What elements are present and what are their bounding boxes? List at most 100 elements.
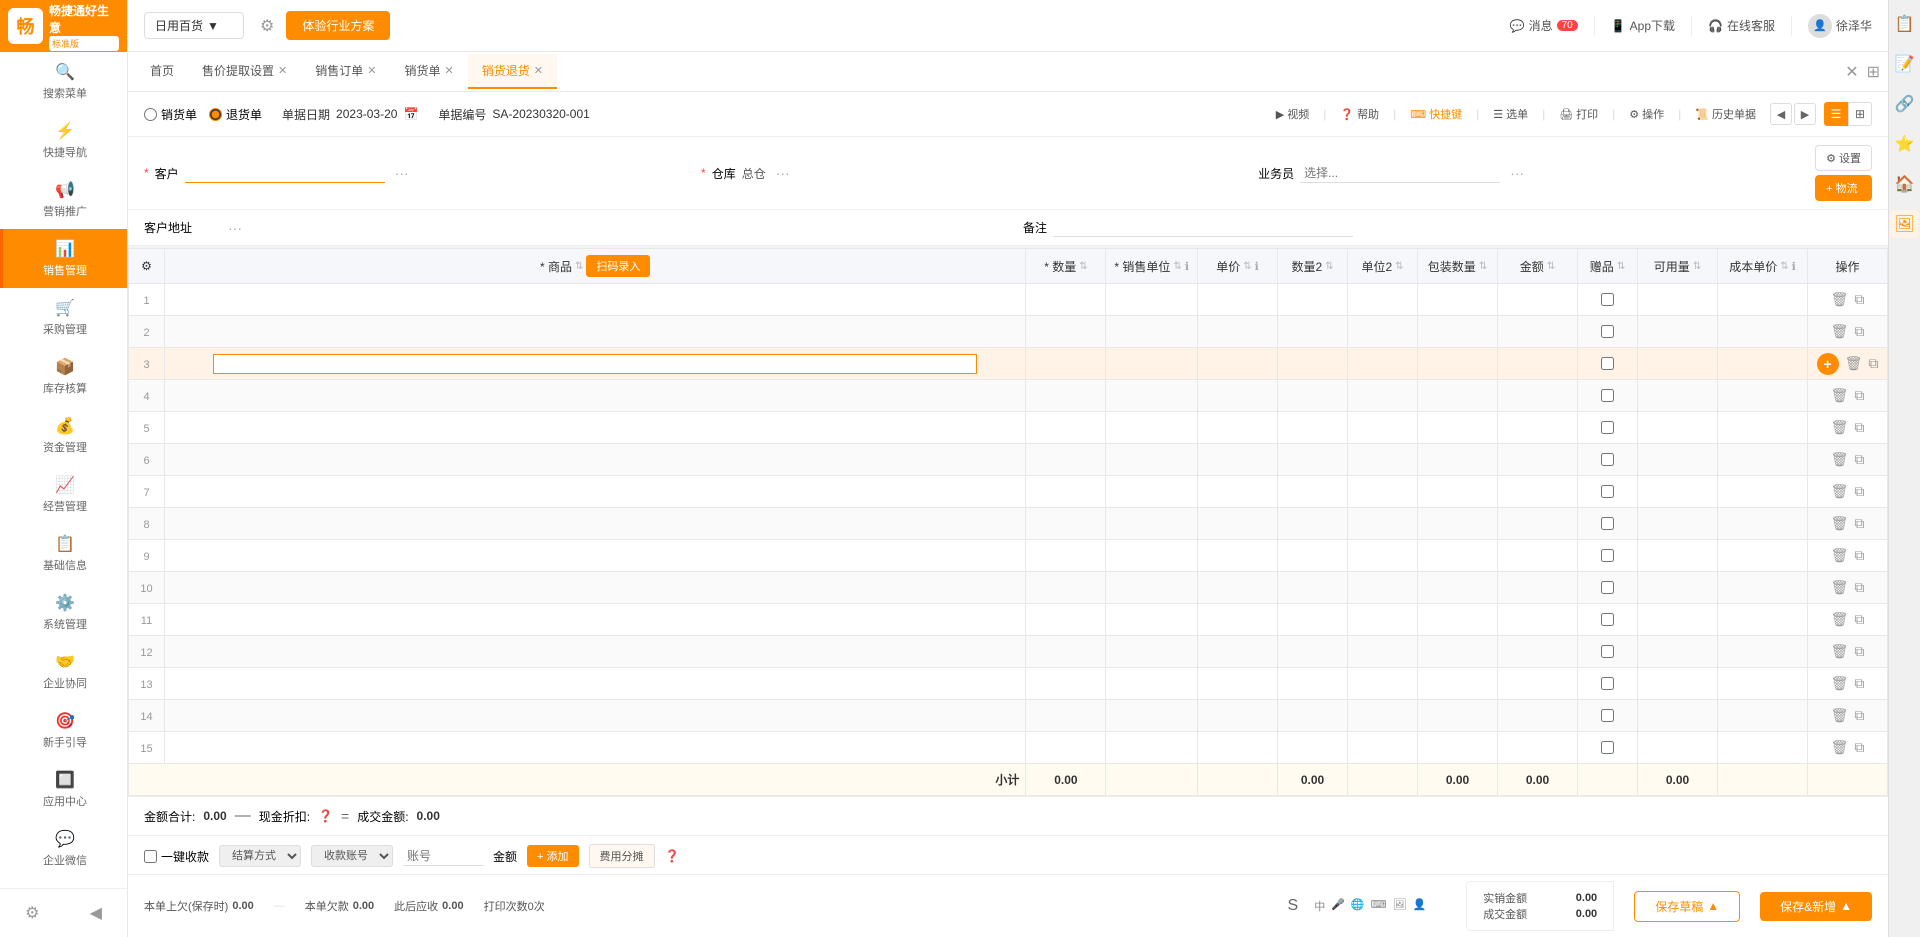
account-input[interactable] xyxy=(403,847,483,866)
right-icon-6[interactable]: 🖼 xyxy=(1890,210,1918,238)
qty2-sort-icon[interactable]: ⇅ xyxy=(1325,261,1333,272)
video-btn[interactable]: ▶ 视频 xyxy=(1270,103,1315,125)
pkg-cell-7[interactable] xyxy=(1418,476,1498,508)
salesman-input[interactable] xyxy=(1300,164,1500,183)
next-record-btn[interactable]: ▶ xyxy=(1794,103,1816,125)
dropdown-arrow[interactable]: ▲ xyxy=(1707,899,1719,913)
cost-cell-15[interactable] xyxy=(1718,732,1808,764)
price-cell-3[interactable] xyxy=(1198,348,1278,380)
amount-cell-11[interactable] xyxy=(1498,604,1578,636)
fee-split-btn[interactable]: 费用分摊 xyxy=(589,844,655,868)
gift-check-2[interactable] xyxy=(1601,325,1614,338)
cost-cell-5[interactable] xyxy=(1718,412,1808,444)
pkg-cell-15[interactable] xyxy=(1418,732,1498,764)
amount-cell-3[interactable] xyxy=(1498,348,1578,380)
tab-close-icon[interactable]: ✕ xyxy=(534,64,543,77)
tab-sales-return[interactable]: 销货退货✕ xyxy=(468,54,557,89)
qty2-cell-14[interactable] xyxy=(1278,700,1348,732)
product-cell-9[interactable] xyxy=(165,540,1026,572)
gift-check-10[interactable] xyxy=(1601,581,1614,594)
qty2-cell-12[interactable] xyxy=(1278,636,1348,668)
gift-cell-9[interactable] xyxy=(1578,540,1638,572)
delete-row-btn-1[interactable]: 🗑 xyxy=(1831,291,1849,308)
add-row-btn[interactable]: + xyxy=(1817,353,1839,375)
unit2-cell-6[interactable] xyxy=(1348,444,1418,476)
amount-cell-5[interactable] xyxy=(1498,412,1578,444)
avail-cell-10[interactable] xyxy=(1638,572,1718,604)
pkg-sort-icon[interactable]: ⇅ xyxy=(1479,261,1487,272)
unit2-cell-1[interactable] xyxy=(1348,284,1418,316)
unit2-cell-3[interactable] xyxy=(1348,348,1418,380)
gift-cell-13[interactable] xyxy=(1578,668,1638,700)
price-cell-10[interactable] xyxy=(1198,572,1278,604)
pkg-cell-13[interactable] xyxy=(1418,668,1498,700)
gift-check-14[interactable] xyxy=(1601,709,1614,722)
sidebar-item-inventory[interactable]: 📦库存核算 xyxy=(0,347,127,406)
tab-home[interactable]: 首页 xyxy=(136,54,188,89)
unit2-cell-5[interactable] xyxy=(1348,412,1418,444)
delete-row-btn-2[interactable]: 🗑 xyxy=(1831,323,1849,340)
add-logistics-btn[interactable]: + 物流 xyxy=(1815,175,1872,201)
pkg-cell-12[interactable] xyxy=(1418,636,1498,668)
product-cell-6[interactable] xyxy=(165,444,1026,476)
product-cell-10[interactable] xyxy=(165,572,1026,604)
qty-cell-10[interactable] xyxy=(1026,572,1106,604)
help-btn[interactable]: ❓ 帮助 xyxy=(1334,103,1385,125)
product-input-3[interactable] xyxy=(213,354,977,374)
cost-cell-3[interactable] xyxy=(1718,348,1808,380)
price-cell-1[interactable] xyxy=(1198,284,1278,316)
sidebar-item-marketing[interactable]: 📢营销推广 xyxy=(0,170,127,229)
unit2-sort-icon[interactable]: ⇅ xyxy=(1395,261,1403,272)
cost-cell-10[interactable] xyxy=(1718,572,1808,604)
sidebar-item-wechat[interactable]: 💬企业微信 xyxy=(0,819,127,878)
salesman-more-icon[interactable]: ··· xyxy=(1510,165,1524,181)
product-cell-7[interactable] xyxy=(165,476,1026,508)
settings-side-btn[interactable]: ⚙ 设置 xyxy=(1815,145,1872,171)
category-select[interactable]: 日用百货 ▼ xyxy=(144,12,244,39)
unit-cell-2[interactable] xyxy=(1106,316,1198,348)
settings-icon[interactable]: ⚙ xyxy=(21,899,43,927)
gift-sort-icon[interactable]: ⇅ xyxy=(1617,261,1625,272)
gift-cell-15[interactable] xyxy=(1578,732,1638,764)
avail-cell-4[interactable] xyxy=(1638,380,1718,412)
copy-row-btn-12[interactable]: ⧉ xyxy=(1854,643,1864,660)
discount-help-icon[interactable]: ❓ xyxy=(318,809,333,823)
qty2-cell-5[interactable] xyxy=(1278,412,1348,444)
qty2-cell-7[interactable] xyxy=(1278,476,1348,508)
qty2-cell-2[interactable] xyxy=(1278,316,1348,348)
unit-cell-10[interactable] xyxy=(1106,572,1198,604)
right-icon-2[interactable]: 📝 xyxy=(1891,50,1919,78)
tab-sales-delivery[interactable]: 销货单✕ xyxy=(390,54,467,89)
select-btn[interactable]: ☰ 选单 xyxy=(1487,103,1534,125)
add-payment-btn[interactable]: + 添加 xyxy=(527,845,578,867)
delete-row-btn-10[interactable]: 🗑 xyxy=(1831,579,1849,596)
tool1[interactable]: 中 xyxy=(1314,898,1325,914)
one-click-payment-label[interactable]: 一键收款 xyxy=(144,848,209,865)
grid-view-btn[interactable]: ⊞ xyxy=(1848,102,1872,126)
unit2-cell-7[interactable] xyxy=(1348,476,1418,508)
customer-more-icon[interactable]: ··· xyxy=(395,165,409,181)
qty-cell-12[interactable] xyxy=(1026,636,1106,668)
col-settings-header[interactable]: ⚙ xyxy=(129,249,165,284)
sidebar-item-apps[interactable]: 🔲应用中心 xyxy=(0,760,127,819)
gift-cell-10[interactable] xyxy=(1578,572,1638,604)
price-cell-4[interactable] xyxy=(1198,380,1278,412)
unit2-cell-4[interactable] xyxy=(1348,380,1418,412)
unit-cell-14[interactable] xyxy=(1106,700,1198,732)
avail-cell-12[interactable] xyxy=(1638,636,1718,668)
copy-row-btn-6[interactable]: ⧉ xyxy=(1854,451,1864,468)
right-icon-5[interactable]: 🏠 xyxy=(1891,170,1919,198)
qty2-cell-3[interactable] xyxy=(1278,348,1348,380)
product-cell-11[interactable] xyxy=(165,604,1026,636)
delete-row-btn-15[interactable]: 🗑 xyxy=(1831,739,1849,756)
gift-cell-4[interactable] xyxy=(1578,380,1638,412)
qty-cell-6[interactable] xyxy=(1026,444,1106,476)
table-view-btn[interactable]: ☰ xyxy=(1824,102,1848,126)
qty-cell-7[interactable] xyxy=(1026,476,1106,508)
price-cell-11[interactable] xyxy=(1198,604,1278,636)
gift-cell-11[interactable] xyxy=(1578,604,1638,636)
qty-cell-8[interactable] xyxy=(1026,508,1106,540)
pkg-cell-1[interactable] xyxy=(1418,284,1498,316)
pkg-cell-4[interactable] xyxy=(1418,380,1498,412)
gift-cell-12[interactable] xyxy=(1578,636,1638,668)
